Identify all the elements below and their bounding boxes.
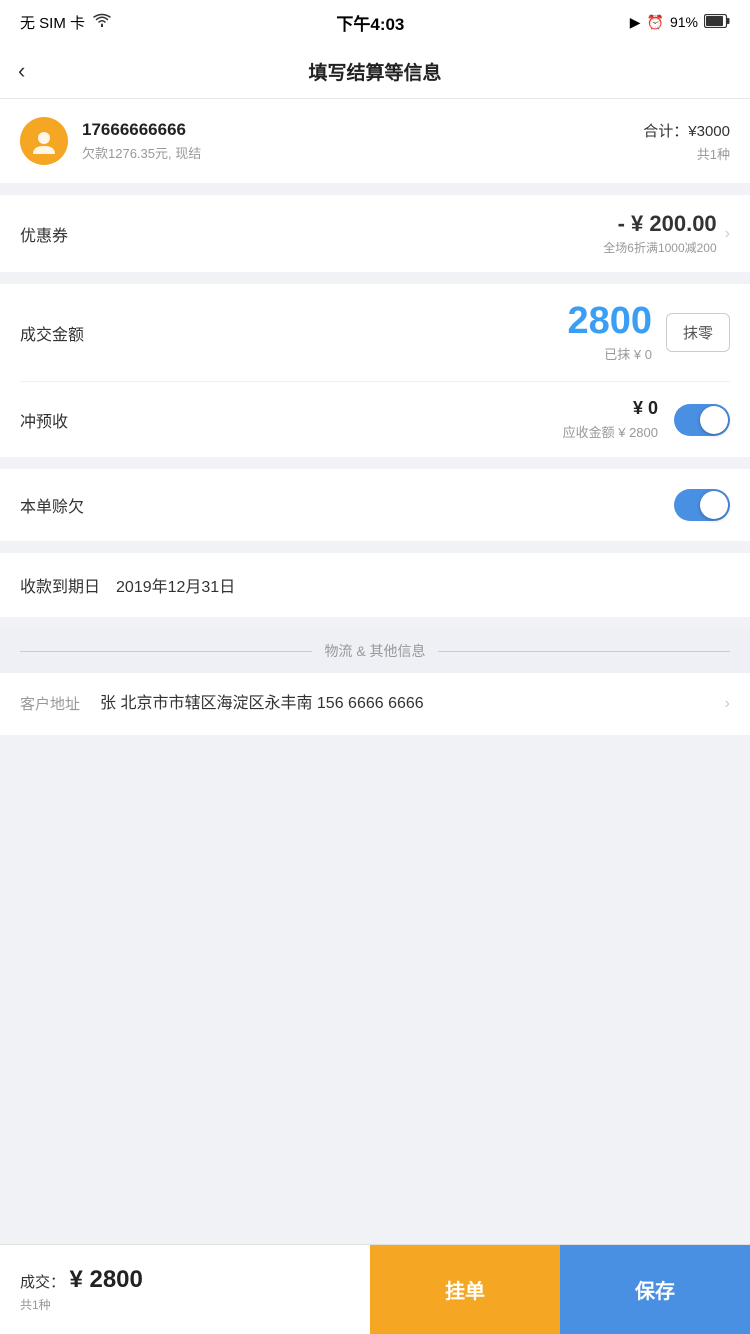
arrears-toggle[interactable]	[674, 489, 730, 521]
status-left: 无 SIM 卡	[20, 12, 111, 33]
due-date-value: 2019年12月31日	[116, 573, 235, 597]
status-time: 下午4:03	[336, 10, 404, 35]
coupon-detail: - ¥ 200.00 全场6折满1000减200	[603, 211, 716, 256]
prepaid-amount: ¥ 0	[563, 398, 658, 419]
wifi-icon	[93, 13, 111, 31]
bottom-total-line: 成交： ¥ 2800	[20, 1266, 350, 1294]
deal-erased: 已抹 ¥ 0	[567, 344, 652, 363]
erase-button[interactable]: 抹零	[666, 313, 730, 352]
user-section: 17666666666 欠款1276.35元, 现结 合计：¥3000 共1种	[0, 99, 750, 183]
content: 17666666666 欠款1276.35元, 现结 合计：¥3000 共1种 …	[0, 99, 750, 955]
total-label: 合计：¥3000	[643, 120, 730, 141]
arrears-label: 本单赊欠	[20, 493, 84, 517]
deal-label: 成交金额	[20, 321, 84, 345]
sep-line-right	[438, 651, 730, 652]
user-info: 17666666666 欠款1276.35元, 现结	[82, 120, 201, 162]
prepaid-row: 冲预收 ¥ 0 应收金额 ¥ 2800	[0, 382, 750, 457]
avatar	[20, 117, 68, 165]
user-phone: 17666666666	[82, 120, 201, 140]
coupon-right: - ¥ 200.00 全场6折满1000减200 ›	[603, 211, 730, 256]
user-total: 合计：¥3000 共1种	[643, 120, 730, 163]
save-button[interactable]: 保存	[560, 1245, 750, 1334]
status-bar: 无 SIM 卡 下午4:03 ▶ ⏰ 91%	[0, 0, 750, 44]
alarm-icon: ⏰	[647, 14, 664, 31]
address-value: 张 北京市市辖区海淀区永丰南 156 6666 6666	[100, 691, 705, 717]
nav-title: 填写结算等信息	[308, 58, 441, 85]
prepaid-toggle[interactable]	[674, 404, 730, 436]
deal-right: 2800 已抹 ¥ 0 抹零	[567, 302, 730, 363]
arrears-row: 本单赊欠	[0, 469, 750, 541]
bottom-bar: 成交： ¥ 2800 共1种 挂单 保存	[0, 1244, 750, 1334]
due-date-label: 收款到期日	[20, 573, 100, 597]
deal-amount: 2800	[567, 302, 652, 340]
coupon-label: 优惠券	[20, 222, 68, 246]
logistics-separator: 物流 & 其他信息	[0, 629, 750, 673]
coupon-row[interactable]: 优惠券 - ¥ 200.00 全场6折满1000减200 ›	[0, 195, 750, 272]
user-left: 17666666666 欠款1276.35元, 现结	[20, 117, 201, 165]
total-count: 共1种	[643, 144, 730, 163]
battery-icon	[704, 14, 730, 31]
prepaid-due: 应收金额 ¥ 2800	[563, 422, 658, 441]
logistics-label: 物流 & 其他信息	[324, 641, 425, 661]
nav-bar: ‹ 填写结算等信息	[0, 44, 750, 99]
deal-section: 成交金额 2800 已抹 ¥ 0 抹零 冲预收 ¥ 0 应收金额 ¥ 2800	[0, 284, 750, 457]
bottom-summary: 成交： ¥ 2800 共1种	[0, 1245, 370, 1334]
bottom-count: 共1种	[20, 1296, 350, 1313]
coupon-chevron-icon: ›	[725, 225, 730, 243]
battery-percent: 91%	[670, 14, 698, 30]
hold-button[interactable]: 挂单	[370, 1245, 560, 1334]
sep-line-left	[20, 651, 312, 652]
due-date-section: 收款到期日 2019年12月31日	[0, 553, 750, 617]
coupon-desc: 全场6折满1000减200	[603, 239, 716, 256]
prepaid-label: 冲预收	[20, 408, 68, 432]
back-button[interactable]: ‹	[18, 58, 25, 84]
location-icon: ▶	[630, 14, 641, 31]
bottom-deal-label: 成交：	[20, 1274, 65, 1291]
sim-label: 无 SIM 卡	[20, 12, 85, 33]
status-right: ▶ ⏰ 91%	[630, 14, 730, 31]
address-chevron-icon: ›	[725, 691, 730, 713]
address-row[interactable]: 客户地址 张 北京市市辖区海淀区永丰南 156 6666 6666 ›	[0, 673, 750, 735]
address-label: 客户地址	[20, 691, 80, 714]
arrears-section: 本单赊欠	[0, 469, 750, 541]
user-sub: 欠款1276.35元, 现结	[82, 143, 201, 162]
gray-fill	[0, 735, 750, 855]
prepaid-values: ¥ 0 应收金额 ¥ 2800	[563, 398, 658, 441]
coupon-amount: - ¥ 200.00	[603, 211, 716, 237]
prepaid-right: ¥ 0 应收金额 ¥ 2800	[563, 398, 730, 441]
bottom-deal-amount: ¥ 2800	[69, 1266, 142, 1293]
deal-amount-block: 2800 已抹 ¥ 0	[567, 302, 652, 363]
deal-row: 成交金额 2800 已抹 ¥ 0 抹零	[0, 284, 750, 381]
